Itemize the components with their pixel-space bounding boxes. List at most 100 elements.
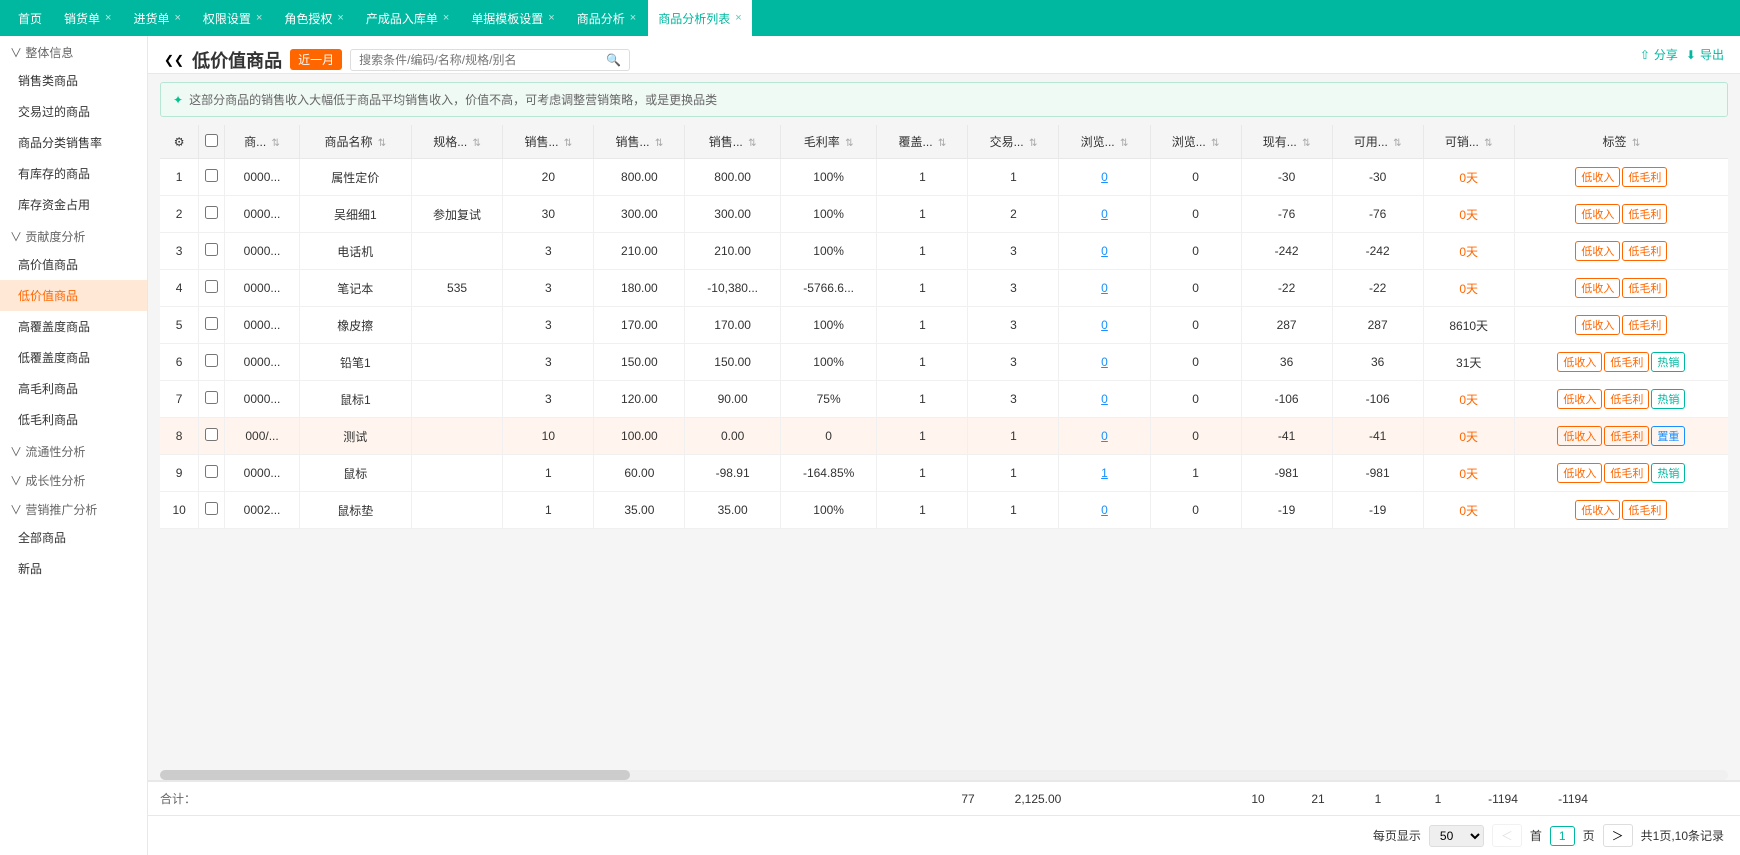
cell-checkbox[interactable] bbox=[199, 418, 225, 455]
horizontal-scrollbar[interactable] bbox=[160, 770, 1728, 780]
cell-browse1[interactable]: 0 bbox=[1059, 159, 1150, 196]
cell-browse1[interactable]: 0 bbox=[1059, 307, 1150, 344]
sidebar-item-low-coverage[interactable]: 低覆盖度商品 bbox=[0, 342, 147, 373]
col-checkbox[interactable] bbox=[199, 125, 225, 159]
per-page-select[interactable]: 50 100 200 bbox=[1429, 825, 1484, 847]
cell-browse1[interactable]: 1 bbox=[1059, 455, 1150, 492]
col-browse2[interactable]: 浏览... ⇅ bbox=[1150, 125, 1241, 159]
cell-checkbox[interactable] bbox=[199, 196, 225, 233]
col-usable[interactable]: 可用... ⇅ bbox=[1332, 125, 1423, 159]
cell-checkbox[interactable] bbox=[199, 233, 225, 270]
cell-checkbox[interactable] bbox=[199, 307, 225, 344]
col-spec[interactable]: 规格... ⇅ bbox=[411, 125, 502, 159]
row-checkbox[interactable] bbox=[205, 428, 218, 441]
sidebar-item-new-goods[interactable]: 新品 bbox=[0, 553, 147, 584]
sidebar-item-all-goods[interactable]: 全部商品 bbox=[0, 522, 147, 553]
close-icon[interactable]: × bbox=[630, 12, 636, 24]
sidebar-item-traded-goods[interactable]: 交易过的商品 bbox=[0, 96, 147, 127]
browse1-link[interactable]: 1 bbox=[1101, 466, 1108, 480]
select-all-checkbox[interactable] bbox=[205, 134, 218, 147]
sidebar-item-low-margin[interactable]: 低毛利商品 bbox=[0, 404, 147, 435]
col-coverage[interactable]: 覆盖... ⇅ bbox=[877, 125, 968, 159]
col-margin[interactable]: 毛利率 ⇅ bbox=[780, 125, 877, 159]
col-sales3[interactable]: 销售... ⇅ bbox=[685, 125, 781, 159]
sidebar-item-stock-fund[interactable]: 库存资金占用 bbox=[0, 189, 147, 220]
sidebar-collapse-btn[interactable]: ❮❮ bbox=[164, 53, 184, 67]
sidebar-group-liquidity[interactable]: ∨ 流通性分析 bbox=[0, 435, 147, 464]
col-name[interactable]: 商品名称 ⇅ bbox=[299, 125, 411, 159]
sidebar-group-contribution[interactable]: ∨ 贡献度分析 bbox=[0, 220, 147, 249]
cell-checkbox[interactable] bbox=[199, 344, 225, 381]
share-button[interactable]: ⇧ 分享 bbox=[1640, 46, 1678, 63]
row-checkbox[interactable] bbox=[205, 465, 218, 478]
close-icon[interactable]: × bbox=[735, 12, 741, 24]
close-icon[interactable]: × bbox=[443, 12, 449, 24]
cell-browse1[interactable]: 0 bbox=[1059, 381, 1150, 418]
close-icon[interactable]: × bbox=[256, 12, 262, 24]
row-checkbox[interactable] bbox=[205, 317, 218, 330]
sidebar-item-high-margin[interactable]: 高毛利商品 bbox=[0, 373, 147, 404]
row-checkbox[interactable] bbox=[205, 391, 218, 404]
close-icon[interactable]: × bbox=[105, 12, 111, 24]
cell-checkbox[interactable] bbox=[199, 381, 225, 418]
cell-checkbox[interactable] bbox=[199, 455, 225, 492]
nav-product-stock[interactable]: 产成品入库单 × bbox=[356, 0, 459, 36]
col-sales1[interactable]: 销售... ⇅ bbox=[503, 125, 594, 159]
col-tags[interactable]: 标签 ⇅ bbox=[1514, 125, 1728, 159]
nav-home[interactable]: 首页 bbox=[8, 0, 52, 36]
sidebar-item-high-coverage[interactable]: 高覆盖度商品 bbox=[0, 311, 147, 342]
browse1-link[interactable]: 0 bbox=[1101, 281, 1108, 295]
col-deal[interactable]: 交易... ⇅ bbox=[968, 125, 1059, 159]
cell-browse1[interactable]: 0 bbox=[1059, 196, 1150, 233]
cell-browse1[interactable]: 0 bbox=[1059, 418, 1150, 455]
cell-browse1[interactable]: 0 bbox=[1059, 233, 1150, 270]
browse1-link[interactable]: 0 bbox=[1101, 207, 1108, 221]
first-page-btn[interactable]: ＜ bbox=[1492, 824, 1522, 847]
row-checkbox[interactable] bbox=[205, 169, 218, 182]
cell-checkbox[interactable] bbox=[199, 492, 225, 529]
row-checkbox[interactable] bbox=[205, 502, 218, 515]
close-icon[interactable]: × bbox=[174, 12, 180, 24]
export-button[interactable]: ⬇ 导出 bbox=[1686, 46, 1724, 63]
sidebar-item-high-value[interactable]: 高价值商品 bbox=[0, 249, 147, 280]
nav-product-analysis-list[interactable]: 商品分析列表 × bbox=[648, 0, 751, 36]
col-browse1[interactable]: 浏览... ⇅ bbox=[1059, 125, 1150, 159]
nav-permission[interactable]: 权限设置 × bbox=[193, 0, 272, 36]
cell-checkbox[interactable] bbox=[199, 270, 225, 307]
col-code[interactable]: 商... ⇅ bbox=[225, 125, 300, 159]
col-stock[interactable]: 现有... ⇅ bbox=[1241, 125, 1332, 159]
sidebar-item-category-sales-rate[interactable]: 商品分类销售率 bbox=[0, 127, 147, 158]
search-input[interactable] bbox=[359, 53, 606, 67]
col-saleable[interactable]: 可销... ⇅ bbox=[1423, 125, 1514, 159]
browse1-link[interactable]: 0 bbox=[1101, 429, 1108, 443]
nav-template-setting[interactable]: 单据模板设置 × bbox=[461, 0, 564, 36]
nav-role-auth[interactable]: 角色授权 × bbox=[274, 0, 353, 36]
search-icon[interactable]: 🔍 bbox=[606, 53, 621, 67]
period-tag[interactable]: 近一月 bbox=[290, 49, 342, 70]
close-icon[interactable]: × bbox=[548, 12, 554, 24]
browse1-link[interactable]: 0 bbox=[1101, 244, 1108, 258]
sidebar-group-marketing[interactable]: ∨ 营销推广分析 bbox=[0, 493, 147, 522]
row-checkbox[interactable] bbox=[205, 206, 218, 219]
sidebar-item-sales-goods[interactable]: 销售类商品 bbox=[0, 65, 147, 96]
close-icon[interactable]: × bbox=[337, 12, 343, 24]
scrollbar-thumb[interactable] bbox=[160, 770, 630, 780]
cell-browse1[interactable]: 0 bbox=[1059, 492, 1150, 529]
sidebar-group-growth[interactable]: ∨ 成长性分析 bbox=[0, 464, 147, 493]
nav-sales-order[interactable]: 销货单 × bbox=[54, 0, 121, 36]
browse1-link[interactable]: 0 bbox=[1101, 503, 1108, 517]
browse1-link[interactable]: 0 bbox=[1101, 318, 1108, 332]
row-checkbox[interactable] bbox=[205, 280, 218, 293]
sidebar-group-overall[interactable]: ∨ 整体信息 bbox=[0, 36, 147, 65]
cell-checkbox[interactable] bbox=[199, 159, 225, 196]
row-checkbox[interactable] bbox=[205, 243, 218, 256]
col-settings[interactable]: ⚙ bbox=[160, 125, 199, 159]
browse1-link[interactable]: 0 bbox=[1101, 392, 1108, 406]
nav-product-analysis[interactable]: 商品分析 × bbox=[567, 0, 646, 36]
next-page-btn[interactable]: ＞ bbox=[1603, 824, 1633, 847]
browse1-link[interactable]: 0 bbox=[1101, 170, 1108, 184]
col-sales2[interactable]: 销售... ⇅ bbox=[594, 125, 685, 159]
cell-browse1[interactable]: 0 bbox=[1059, 344, 1150, 381]
cell-browse1[interactable]: 0 bbox=[1059, 270, 1150, 307]
nav-purchase-order[interactable]: 进货单 × bbox=[123, 0, 190, 36]
